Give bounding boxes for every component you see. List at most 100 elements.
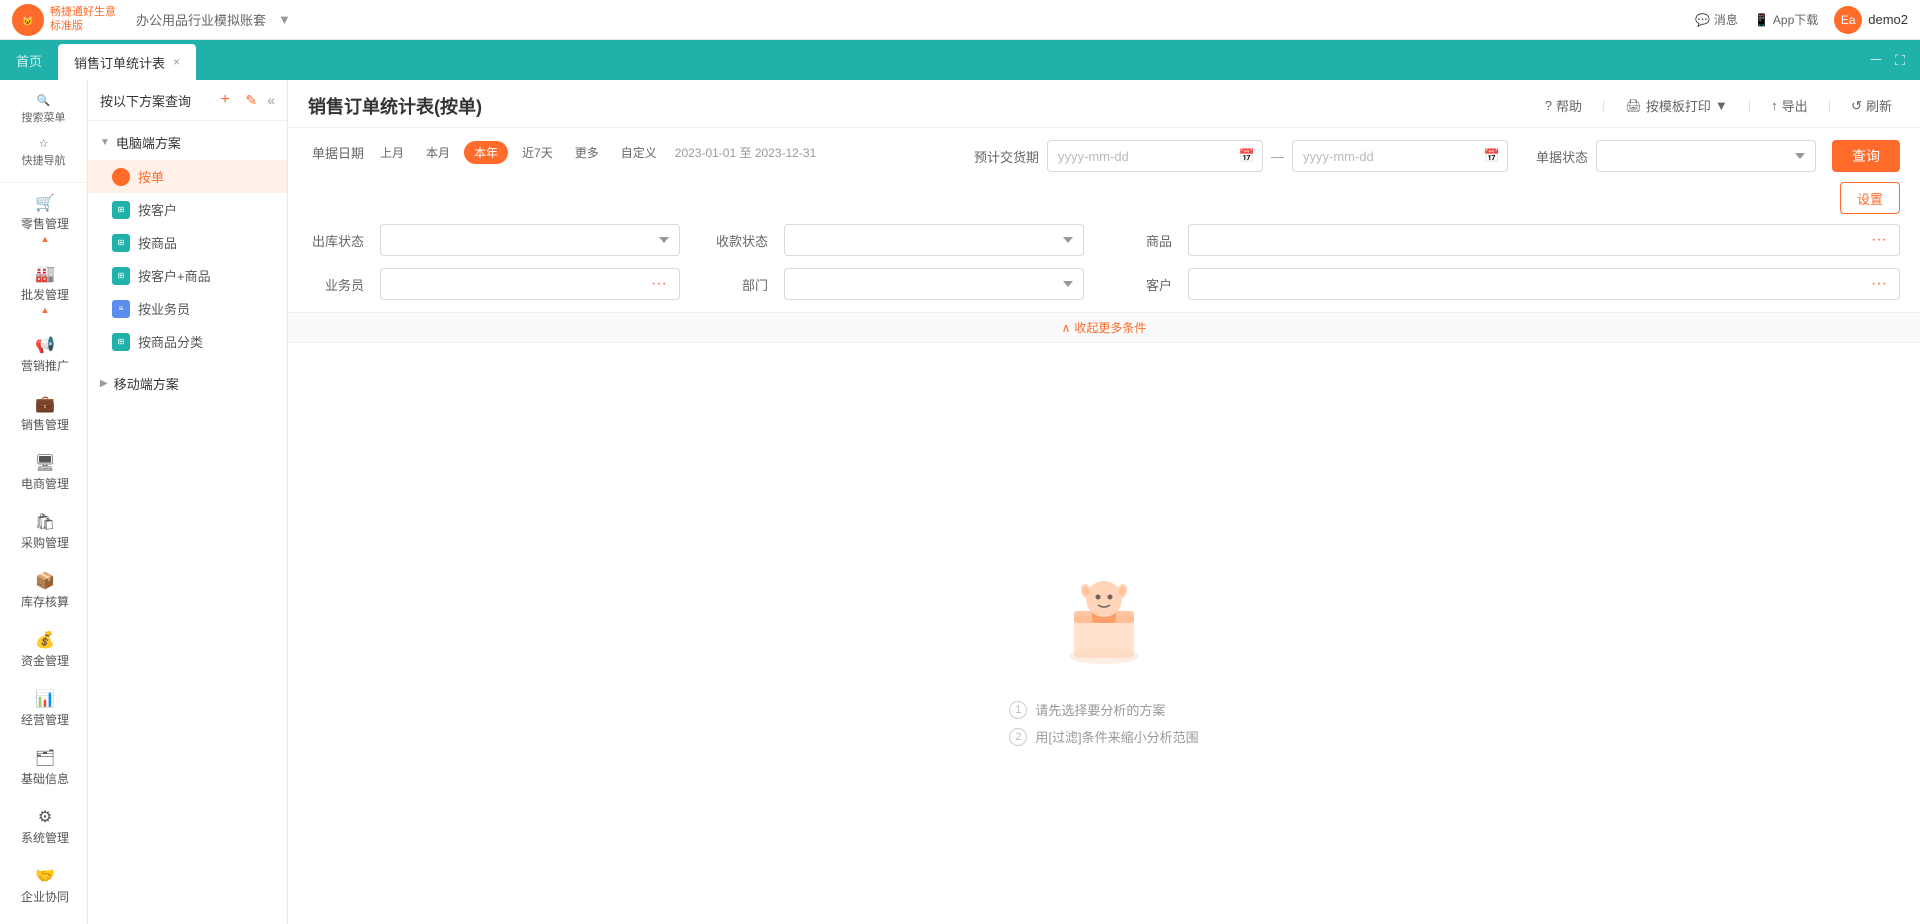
page-header: 销售订单统计表(按单) ? 帮助 | 🖨 按模板打印 ▼ | ↑ — [288, 80, 1920, 128]
product-more-icon[interactable]: ··· — [1867, 231, 1891, 249]
scheme-panel: 按以下方案查询 + ✎ « ▼ 电脑端方案 按单 — [88, 80, 288, 924]
wholesale-arrow-icon: ▲ — [41, 305, 50, 315]
date-btn-last-7-days[interactable]: 近7天 — [514, 140, 561, 165]
export-icon: ↑ — [1771, 98, 1778, 113]
filter-row-2: 出库状态 收款状态 商品 ··· — [308, 224, 1900, 256]
brand-logo[interactable]: 🐱 畅捷通好生意 标准版 — [12, 4, 116, 36]
sidebar-item-system[interactable]: ⚙ 系统管理 — [0, 797, 87, 856]
message-icon: 💬 — [1695, 13, 1710, 27]
scheme-item-by-order[interactable]: 按单 — [88, 160, 287, 193]
collapse-scheme-panel-button[interactable]: « — [267, 92, 275, 108]
top-bar: 🐱 畅捷通好生意 标准版 办公用品行业模拟账套 ▼ 💬 消息 📱 App下载 E… — [0, 0, 1920, 40]
settings-button[interactable]: 设置 — [1840, 182, 1900, 214]
sales-icon: 💼 — [35, 394, 55, 414]
collection-status-label: 收款状态 — [712, 231, 768, 250]
divider1: | — [1602, 98, 1605, 113]
scheme-item-by-salesperson[interactable]: ≡ 按业务员 — [88, 292, 287, 325]
filter-area: 单据日期 上月 本月 本年 近7天 更多 自定义 2023-01-01 至 20… — [288, 128, 1920, 313]
sidebar-item-basic[interactable]: 🗂 基础信息 — [0, 738, 87, 797]
date-filter-label: 单据日期 — [308, 143, 364, 162]
scheme-panel-actions: + ✎ « — [215, 90, 275, 110]
export-button[interactable]: ↑ 导出 — [1763, 92, 1816, 119]
department-select[interactable] — [784, 268, 1084, 300]
download-icon: 📱 — [1754, 13, 1769, 27]
empty-svg — [1044, 561, 1164, 681]
order-status-label: 单据状态 — [1532, 147, 1588, 166]
calendar-start-icon[interactable]: 📅 — [1239, 148, 1255, 164]
edit-scheme-button[interactable]: ✎ — [241, 90, 261, 110]
expected-delivery-start-input[interactable] — [1047, 140, 1263, 172]
customer-label: 客户 — [1116, 275, 1172, 294]
sidebar-item-purchase[interactable]: 🛍 采购管理 — [0, 502, 87, 561]
app-download-button[interactable]: 📱 App下载 — [1754, 11, 1818, 28]
window-maximize-button[interactable]: ⛶ — [1892, 52, 1908, 68]
expected-delivery-section: 预计交货期 📅 — 📅 — [974, 140, 1508, 172]
operations-icon: 📊 — [35, 689, 55, 709]
divider3: | — [1828, 98, 1831, 113]
scheme-item-by-product[interactable]: ⊞ 按商品 — [88, 226, 287, 259]
page-actions: ? 帮助 | 🖨 按模板打印 ▼ | ↑ 导出 | — [1537, 92, 1900, 119]
expected-delivery-end-input[interactable] — [1292, 140, 1508, 172]
sidebar-item-retail[interactable]: 🛒 零售管理 ▲ — [0, 183, 87, 254]
quick-nav-button[interactable]: ☆ 快捷导航 — [0, 131, 87, 174]
retail-icon: 🛒 — [35, 193, 55, 213]
mobile-category-expand-icon: ▶ — [100, 378, 108, 389]
scheme-item-by-customer[interactable]: ⊞ 按客户 — [88, 193, 287, 226]
messages-button[interactable]: 💬 消息 — [1695, 11, 1738, 28]
sidebar-item-operations[interactable]: 📊 经营管理 — [0, 679, 87, 738]
sidebar-item-sales[interactable]: 💼 销售管理 — [0, 384, 87, 443]
collapse-up-icon: ∧ — [1062, 321, 1071, 335]
date-btn-this-month[interactable]: 本月 — [418, 140, 458, 165]
scheme-item-by-customer-product[interactable]: ⊞ 按客户+商品 — [88, 259, 287, 292]
product-input[interactable] — [1197, 233, 1867, 248]
calendar-end-icon[interactable]: 📅 — [1484, 148, 1500, 164]
search-menu-button[interactable]: 🔍 搜索菜单 — [0, 88, 87, 131]
shipping-status-select[interactable] — [380, 224, 680, 256]
collection-status-select[interactable] — [784, 224, 1084, 256]
sidebar-item-wholesale[interactable]: 🏭 批发管理 ▲ — [0, 254, 87, 325]
sidebar-item-ecommerce[interactable]: 🖥 电商管理 — [0, 443, 87, 502]
help-button[interactable]: ? 帮助 — [1537, 92, 1590, 119]
salesperson-more-icon[interactable]: ··· — [647, 275, 671, 293]
main-content: 销售订单统计表(按单) ? 帮助 | 🖨 按模板打印 ▼ | ↑ — [288, 80, 1920, 924]
order-status-select[interactable] — [1596, 140, 1816, 172]
refresh-button[interactable]: ↺ 刷新 — [1843, 92, 1900, 119]
date-btn-this-year[interactable]: 本年 — [464, 141, 508, 164]
scheme-category-mobile-header[interactable]: ▶ 移动端方案 — [88, 366, 287, 401]
tab-sales-order-stats[interactable]: 销售订单统计表 × — [58, 44, 196, 80]
main-layout: 🔍 搜索菜单 ☆ 快捷导航 🛒 零售管理 ▲ 🏭 批发管理 ▲ 📢 营销推广 💼… — [0, 80, 1920, 924]
sidebar-item-inventory[interactable]: 📦 库存核算 — [0, 561, 87, 620]
user-profile[interactable]: Ea demo2 — [1834, 6, 1908, 34]
sidebar-item-enterprise[interactable]: 🤝 企业协同 — [0, 856, 87, 915]
scheme-item-by-category[interactable]: ⊞ 按商品分类 — [88, 325, 287, 358]
date-btn-last-month[interactable]: 上月 — [372, 140, 412, 165]
user-name: demo2 — [1868, 12, 1908, 27]
scheme-icon-grid3: ⊞ — [112, 267, 130, 285]
sidebar-item-newbie[interactable]: 🌟 新手引导 — [0, 915, 87, 924]
date-btn-custom[interactable]: 自定义 — [613, 140, 665, 165]
query-button[interactable]: 查询 — [1832, 140, 1900, 172]
scheme-category-pc-header[interactable]: ▼ 电脑端方案 — [88, 125, 287, 160]
collapse-bar[interactable]: ∧ 收起更多条件 — [288, 313, 1920, 343]
print-template-button[interactable]: 🖨 按模板打印 ▼ — [1617, 92, 1735, 119]
empty-step-1: 1 请先选择要分析的方案 — [1009, 700, 1198, 719]
wholesale-icon: 🏭 — [35, 264, 55, 284]
add-scheme-button[interactable]: + — [215, 90, 235, 110]
app-title-dropdown-icon[interactable]: ▼ — [278, 12, 291, 27]
salesperson-input[interactable] — [389, 277, 647, 292]
scheme-icon-circle — [112, 168, 130, 186]
date-btn-more[interactable]: 更多 — [567, 140, 607, 165]
tab-close-icon[interactable]: × — [173, 55, 180, 69]
step-num-2: 2 — [1009, 728, 1027, 746]
empty-steps: 1 请先选择要分析的方案 2 用[过滤]条件来缩小分析范围 — [1009, 700, 1198, 746]
empty-illustration — [1044, 561, 1164, 684]
customer-more-icon[interactable]: ··· — [1867, 275, 1891, 293]
window-minimize-button[interactable]: － — [1868, 52, 1884, 68]
help-icon: ? — [1545, 98, 1552, 113]
tab-home[interactable]: 首页 — [0, 40, 58, 80]
customer-input[interactable] — [1197, 277, 1867, 292]
query-settings-group: 查询 设置 — [1832, 140, 1900, 214]
sidebar-item-finance[interactable]: 💰 资金管理 — [0, 620, 87, 679]
sidebar-item-marketing[interactable]: 📢 营销推广 — [0, 325, 87, 384]
svg-text:🐱: 🐱 — [22, 16, 33, 26]
